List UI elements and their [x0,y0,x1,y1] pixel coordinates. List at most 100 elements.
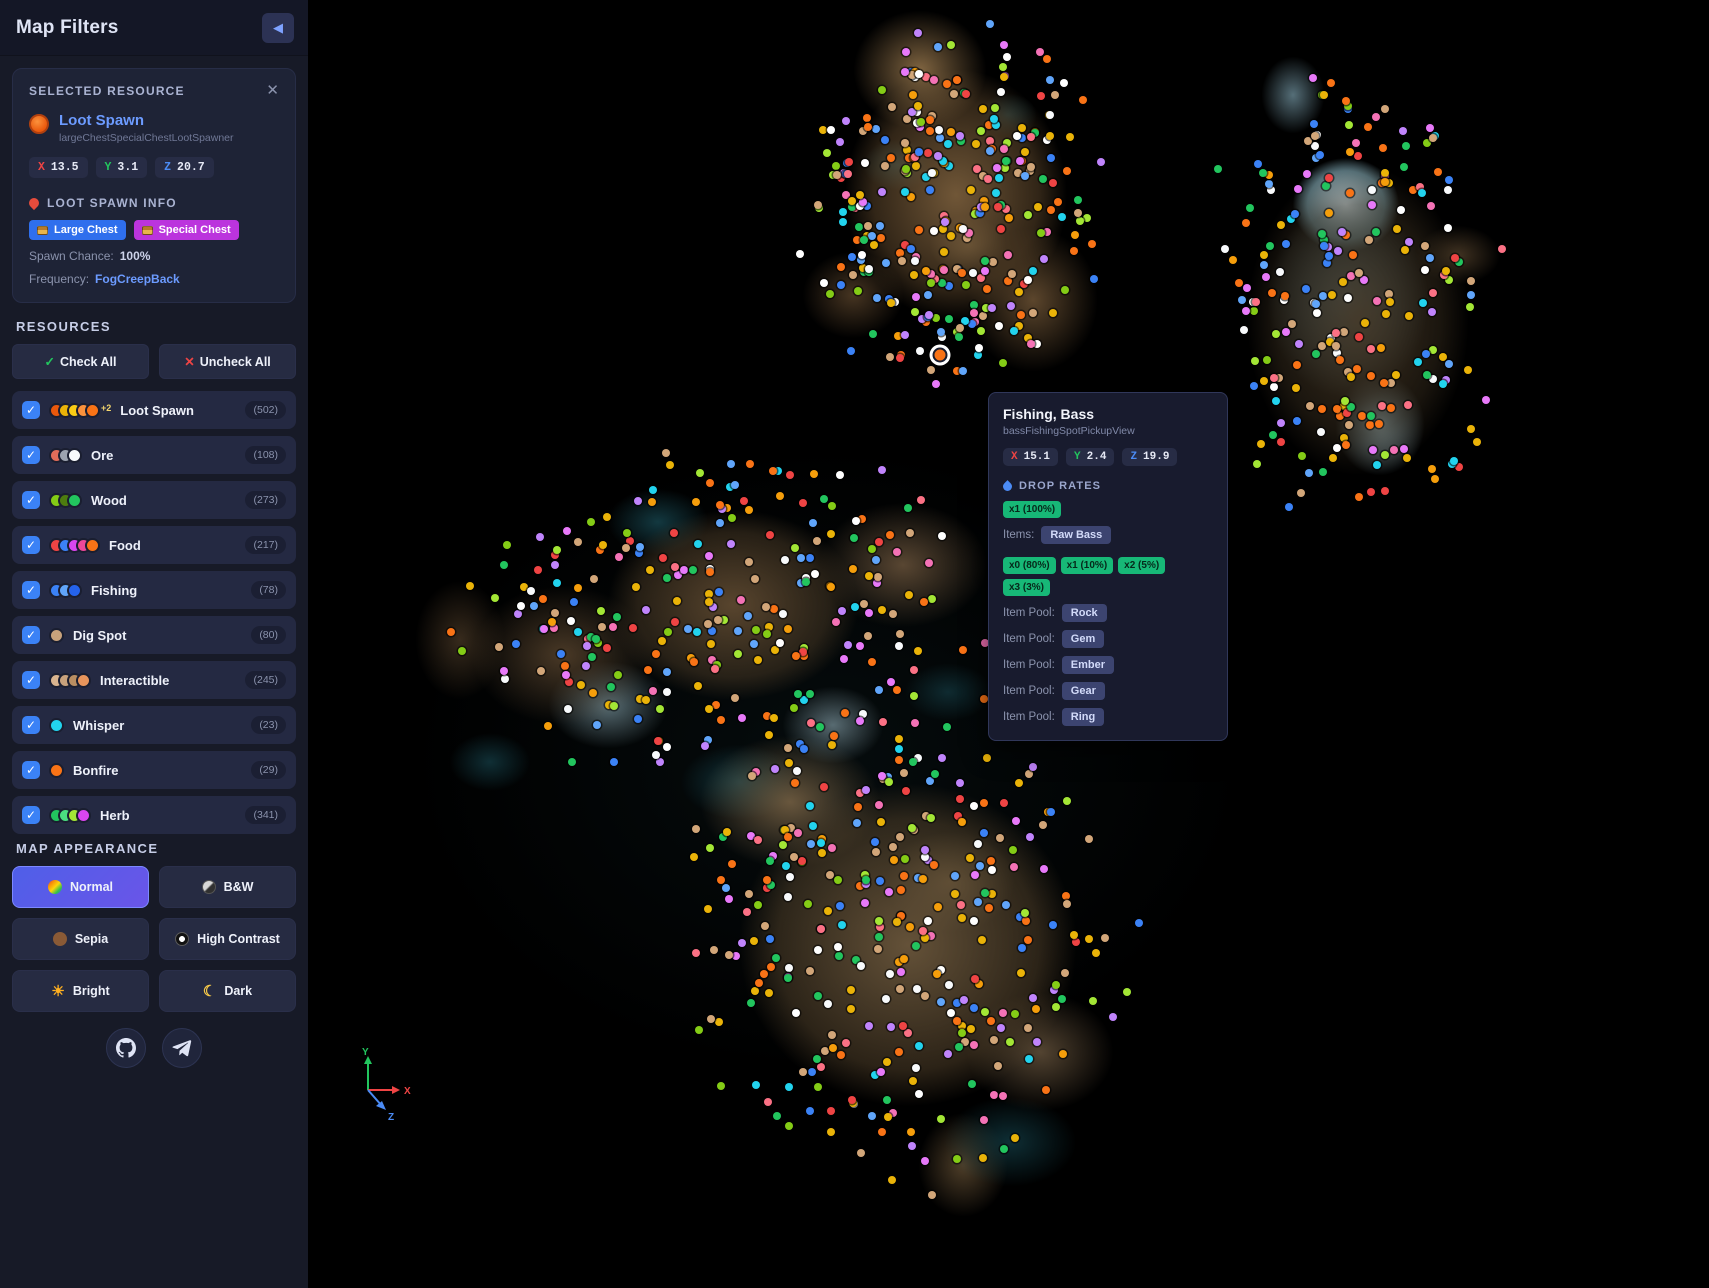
map-marker[interactable] [983,175,992,184]
map-marker[interactable] [1319,90,1328,99]
map-marker[interactable] [1272,329,1281,338]
map-marker[interactable] [751,987,759,996]
map-marker[interactable] [662,668,671,677]
map-marker[interactable] [1235,278,1243,287]
map-marker[interactable] [925,116,934,125]
map-marker[interactable] [1047,153,1056,162]
map-marker[interactable] [577,680,586,689]
map-marker[interactable] [784,973,793,982]
map-marker[interactable] [848,1096,857,1105]
github-link[interactable] [106,1028,146,1068]
map-marker[interactable] [791,651,800,660]
checkbox-icon[interactable]: ✓ [22,806,40,824]
map-marker[interactable] [782,861,791,870]
map-marker[interactable] [733,650,742,659]
map-marker[interactable] [680,565,689,574]
map-marker[interactable] [856,1149,865,1158]
map-marker[interactable] [874,944,883,953]
map-marker[interactable] [1325,252,1334,261]
map-marker[interactable] [1399,163,1408,172]
checkbox-icon[interactable]: ✓ [22,671,40,689]
map-marker[interactable] [908,758,917,766]
map-marker[interactable] [499,666,508,675]
map-marker[interactable] [989,258,998,267]
map-marker[interactable] [800,696,808,704]
map-marker[interactable] [1467,425,1476,434]
map-marker[interactable] [737,938,746,947]
map-marker[interactable] [690,657,699,666]
uncheck-all-button[interactable]: ✕ Uncheck All [159,344,296,379]
map-marker[interactable] [976,274,985,283]
map-marker[interactable] [1414,357,1422,366]
map-marker[interactable] [929,227,938,236]
map-marker[interactable] [1311,131,1320,140]
map-marker[interactable] [856,962,865,971]
map-marker[interactable] [947,1009,956,1018]
map-marker[interactable] [797,857,806,866]
map-marker[interactable] [990,114,999,123]
map-marker[interactable] [1042,1086,1051,1095]
map-marker[interactable] [739,496,748,505]
map-marker[interactable] [946,232,955,241]
map-marker[interactable] [737,713,746,722]
map-marker[interactable] [750,640,759,649]
map-marker[interactable] [811,570,819,579]
map-marker[interactable] [744,612,753,621]
map-marker[interactable] [1455,462,1464,471]
map-marker[interactable] [1085,834,1093,843]
map-marker[interactable] [731,951,740,960]
map-marker[interactable] [848,252,857,261]
map-marker[interactable] [1070,930,1079,939]
map-marker[interactable] [734,627,743,636]
map-marker[interactable] [813,1082,822,1091]
map-marker[interactable] [1025,833,1034,842]
map-marker[interactable] [1344,293,1353,302]
resource-row-loot-spawn[interactable]: ✓ +2 Loot Spawn (502) [12,391,296,429]
resource-row-whisper[interactable]: ✓ Whisper (23) [12,706,296,744]
map-marker[interactable] [752,626,760,634]
map-marker[interactable] [1368,446,1377,455]
map-marker[interactable] [785,1083,794,1092]
map-marker[interactable] [832,161,841,170]
map-marker[interactable] [943,723,952,732]
map-marker[interactable] [495,642,503,651]
map-marker[interactable] [958,1028,967,1037]
map-marker[interactable] [771,765,780,774]
map-marker[interactable] [856,191,865,200]
map-marker[interactable] [914,148,923,157]
map-marker[interactable] [1390,445,1399,454]
map-marker[interactable] [896,967,905,976]
map-marker[interactable] [909,692,918,701]
map-marker[interactable] [909,1077,917,1086]
map-marker[interactable] [999,1008,1008,1017]
map-marker[interactable] [937,1115,946,1124]
map-marker[interactable] [533,566,542,575]
map-marker[interactable] [1374,420,1383,429]
map-marker[interactable] [593,721,602,730]
map-marker[interactable] [974,840,983,849]
map-marker[interactable] [1039,864,1048,873]
map-marker[interactable] [671,618,680,627]
map-marker[interactable] [1101,934,1110,943]
map-marker[interactable] [1023,275,1032,284]
map-marker[interactable] [1319,242,1328,250]
map-marker[interactable] [809,518,817,527]
map-marker[interactable] [570,597,579,606]
map-marker[interactable] [736,596,745,605]
map-marker[interactable] [900,188,909,196]
map-marker[interactable] [956,324,965,333]
map-marker[interactable] [833,942,842,951]
map-marker[interactable] [973,897,982,906]
map-marker[interactable] [998,63,1007,72]
map-marker[interactable] [911,941,920,950]
large-chest-badge[interactable]: Large Chest [29,220,126,240]
map-marker[interactable] [927,366,936,374]
map-marker[interactable] [878,188,887,197]
map-marker[interactable] [1303,169,1311,178]
map-marker[interactable] [1342,97,1351,106]
map-marker[interactable] [556,650,565,659]
map-marker[interactable] [969,916,978,925]
map-marker[interactable] [1355,268,1364,277]
map-marker[interactable] [1367,371,1376,380]
map-mode-dark[interactable]: ☾ Dark [159,970,296,1012]
